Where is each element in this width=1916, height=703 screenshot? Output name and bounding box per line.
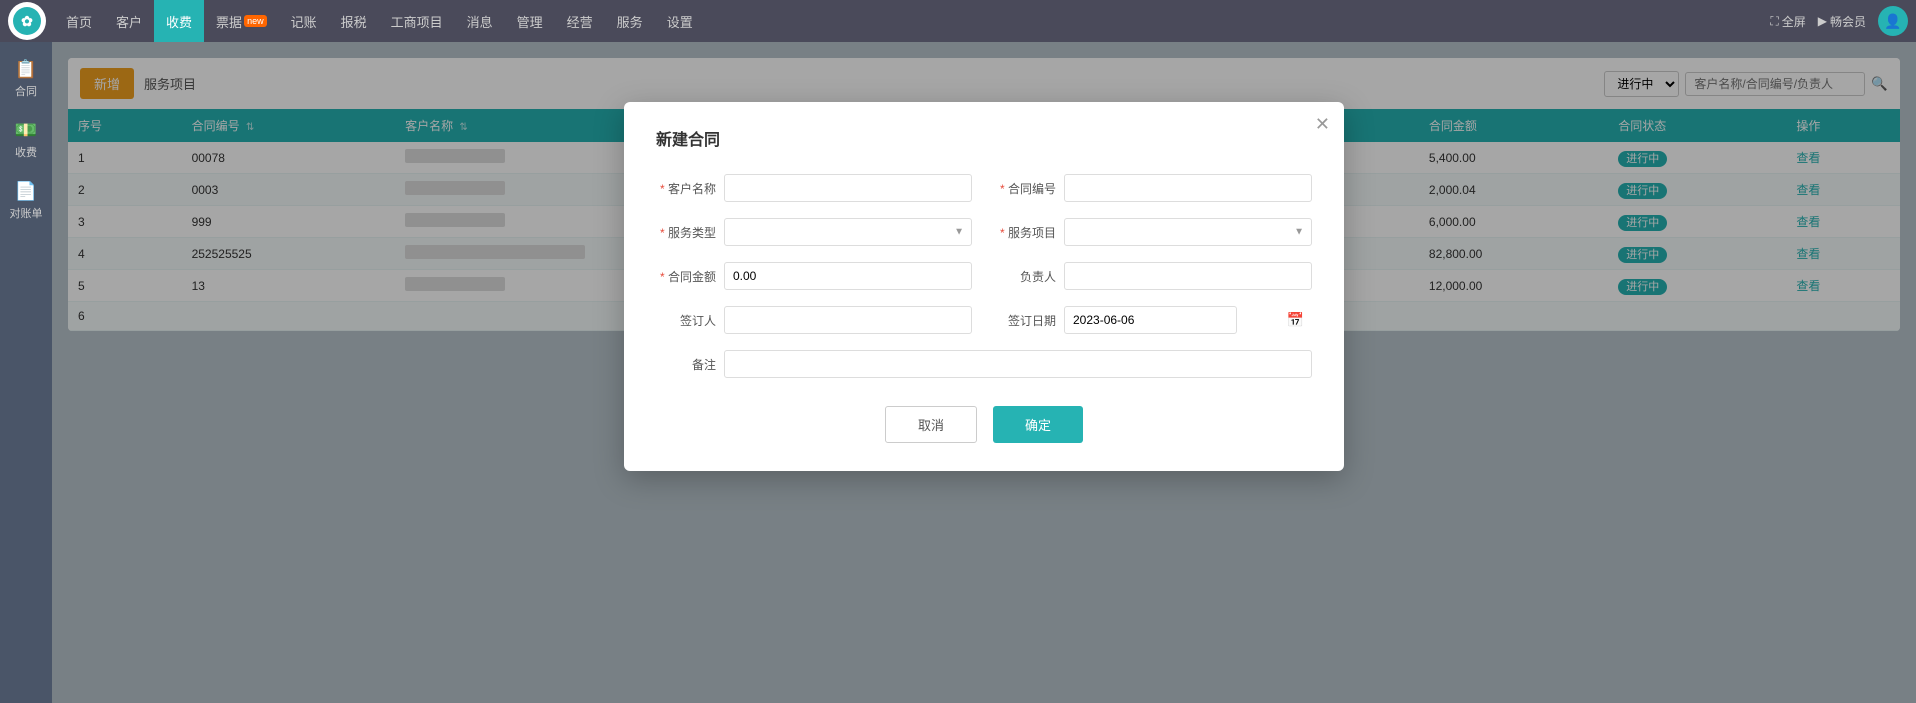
service-item-select[interactable] xyxy=(1064,218,1312,246)
customer-name-input[interactable] xyxy=(724,174,972,202)
contract-no-input[interactable] xyxy=(1064,174,1312,202)
form-grid: 客户名称 合同编号 服务类型 ▼ xyxy=(656,174,1312,378)
form-row-customer: 客户名称 xyxy=(656,174,972,202)
form-row-service-item: 服务项目 ▼ xyxy=(996,218,1312,246)
sidebar-item-fee[interactable]: 💵 收费 xyxy=(1,111,51,168)
fullscreen-button[interactable]: ⛶ 全屏 xyxy=(1770,13,1805,30)
sign-date-label: 签订日期 xyxy=(996,312,1056,329)
remark-label: 备注 xyxy=(656,356,716,373)
cancel-button[interactable]: 取消 xyxy=(885,406,977,443)
form-row-amount: 合同金额 0.00 xyxy=(656,262,972,290)
sidebar-item-contract[interactable]: 📋 合同 xyxy=(1,50,51,107)
main-area: 📋 合同 💵 收费 📄 对账单 新增 服务项目 进行中 已结束 全部 xyxy=(0,42,1916,703)
nav-item-operation[interactable]: 经营 xyxy=(555,0,605,42)
logo-inner: ✿ xyxy=(13,7,41,35)
service-item-select-wrapper: ▼ xyxy=(1064,218,1312,246)
modal-footer: 取消 确定 xyxy=(656,406,1312,443)
sidebar: 📋 合同 💵 收费 📄 对账单 xyxy=(0,42,52,703)
service-type-select-wrapper: ▼ xyxy=(724,218,972,246)
modal-title: 新建合同 xyxy=(656,126,1312,150)
contract-icon: 📋 xyxy=(15,58,37,80)
sidebar-item-statement[interactable]: 📄 对账单 xyxy=(1,172,51,229)
service-item-label: 服务项目 xyxy=(996,224,1056,241)
signer-input[interactable] xyxy=(724,306,972,334)
form-row-service-type: 服务类型 ▼ xyxy=(656,218,972,246)
nav-right: ⛶ 全屏 ▶ 畅会员 👤 xyxy=(1770,6,1908,36)
form-row-signer: 签订人 xyxy=(656,306,972,334)
nav-item-settings[interactable]: 设置 xyxy=(655,0,705,42)
fullscreen-icon: ⛶ xyxy=(1770,14,1778,29)
nav-item-fee[interactable]: 收费 xyxy=(154,0,204,42)
form-row-contract-no: 合同编号 xyxy=(996,174,1312,202)
modal-close-button[interactable]: ✕ xyxy=(1315,114,1330,135)
nav-item-ticket[interactable]: 票据 new xyxy=(204,0,279,42)
nav-item-tax[interactable]: 报税 xyxy=(329,0,379,42)
confirm-button[interactable]: 确定 xyxy=(993,406,1083,443)
remark-input[interactable] xyxy=(724,350,1312,378)
new-contract-modal: ✕ 新建合同 客户名称 合同编号 服务类型 xyxy=(624,102,1344,471)
amount-input[interactable]: 0.00 xyxy=(724,262,972,290)
nav-item-service[interactable]: 服务 xyxy=(605,0,655,42)
signer-label: 签订人 xyxy=(656,312,716,329)
amount-label: 合同金额 xyxy=(656,268,716,285)
responsible-input[interactable] xyxy=(1064,262,1312,290)
nav-item-home[interactable]: 首页 xyxy=(54,0,104,42)
form-row-responsible: 负责人 xyxy=(996,262,1312,290)
nav-item-customer[interactable]: 客户 xyxy=(104,0,154,42)
member-button[interactable]: ▶ 畅会员 xyxy=(1818,13,1866,30)
calendar-icon[interactable]: 📅 xyxy=(1287,312,1304,329)
nav-item-message[interactable]: 消息 xyxy=(455,0,505,42)
nav-item-accounting[interactable]: 记账 xyxy=(279,0,329,42)
new-badge: new xyxy=(244,15,267,27)
customer-name-label: 客户名称 xyxy=(656,180,716,197)
avatar[interactable]: 👤 xyxy=(1878,6,1908,36)
modal-overlay: ✕ 新建合同 客户名称 合同编号 服务类型 xyxy=(52,42,1916,703)
sign-date-wrapper: 2023-06-06 📅 xyxy=(1064,306,1312,334)
nav-item-manage[interactable]: 管理 xyxy=(505,0,555,42)
form-row-sign-date: 签订日期 2023-06-06 📅 xyxy=(996,306,1312,334)
sign-date-input[interactable]: 2023-06-06 xyxy=(1064,306,1237,334)
nav-item-business[interactable]: 工商项目 xyxy=(379,0,455,42)
content-area: 新增 服务项目 进行中 已结束 全部 🔍 xyxy=(52,42,1916,703)
service-type-select[interactable] xyxy=(724,218,972,246)
service-type-label: 服务类型 xyxy=(656,224,716,241)
contract-no-label: 合同编号 xyxy=(996,180,1056,197)
fee-icon: 💵 xyxy=(15,119,37,141)
logo: ✿ xyxy=(8,2,46,40)
form-row-remark: 备注 xyxy=(656,350,1312,378)
statement-icon: 📄 xyxy=(15,180,37,202)
play-icon: ▶ xyxy=(1818,14,1827,28)
top-nav: ✿ 首页 客户 收费 票据 new 记账 报税 工商项目 消息 管理 经营 服务… xyxy=(0,0,1916,42)
responsible-label: 负责人 xyxy=(996,268,1056,285)
